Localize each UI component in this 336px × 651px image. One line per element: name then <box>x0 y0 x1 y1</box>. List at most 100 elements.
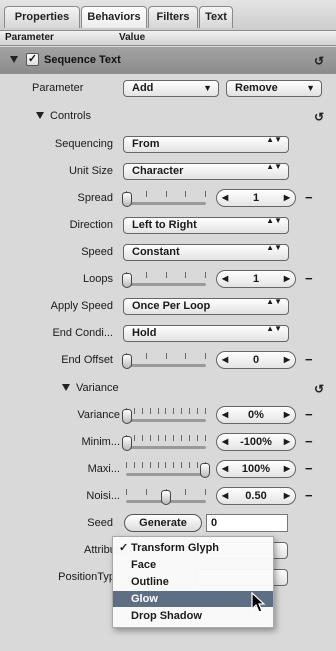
maximum-row: Maxi... ◀ 100% ▶ − <box>0 456 336 483</box>
slider-knob[interactable] <box>200 463 210 478</box>
step-left-icon[interactable]: ◀ <box>222 434 228 450</box>
parameter-column-header[interactable]: Parameter <box>5 31 54 45</box>
tab-filters[interactable]: Filters <box>148 6 198 28</box>
step-right-icon[interactable]: ▶ <box>284 488 290 504</box>
behavior-enable-checkbox[interactable]: ✓ <box>26 53 39 66</box>
step-left-icon[interactable]: ◀ <box>222 271 228 287</box>
tab-bar: Properties Behaviors Filters Text <box>0 0 336 30</box>
checkmark-icon: ✓ <box>119 542 129 554</box>
maximum-slider[interactable] <box>122 461 210 479</box>
direction-popup[interactable]: Left to Right ▲▼ <box>123 217 289 234</box>
minus-icon[interactable]: − <box>305 190 313 205</box>
slider-knob[interactable] <box>161 490 171 505</box>
menu-item-glow[interactable]: Glow <box>113 591 273 607</box>
unit-size-value: Character <box>132 165 184 177</box>
sequencing-popup[interactable]: From ▲▼ <box>123 136 289 153</box>
variance-slider[interactable] <box>122 407 210 425</box>
value-column-header[interactable]: Value <box>119 31 145 45</box>
step-left-icon[interactable]: ◀ <box>222 190 228 206</box>
minus-icon[interactable]: − <box>305 407 313 422</box>
disclosure-triangle-icon[interactable] <box>62 384 70 391</box>
behavior-row-sequence-text: ✓ Sequence Text ↺ <box>0 47 336 74</box>
add-parameter-popup[interactable]: Add ▼ <box>123 80 219 97</box>
reset-icon[interactable]: ↺ <box>314 382 324 396</box>
end-condition-row: End Condi... Hold ▲▼ <box>0 320 336 347</box>
speed-popup[interactable]: Constant ▲▼ <box>123 244 289 261</box>
menu-item-face[interactable]: Face <box>113 557 273 573</box>
reset-icon[interactable]: ↺ <box>314 54 324 68</box>
spread-stepper[interactable]: ◀ 1 ▶ <box>216 189 296 207</box>
end-offset-stepper[interactable]: ◀ 0 ▶ <box>216 351 296 369</box>
end-condition-popup[interactable]: Hold ▲▼ <box>123 325 289 342</box>
minus-icon[interactable]: − <box>305 461 313 476</box>
menu-item-outline[interactable]: Outline <box>113 574 273 590</box>
end-offset-label: End Offset <box>61 354 113 366</box>
slider-ticks <box>126 462 206 470</box>
tab-properties[interactable]: Properties <box>4 6 80 28</box>
unit-size-label: Unit Size <box>68 165 113 177</box>
seed-field[interactable]: 0 <box>206 514 288 532</box>
step-left-icon[interactable]: ◀ <box>222 352 228 368</box>
noisiness-slider[interactable] <box>122 488 210 506</box>
maximum-stepper[interactable]: ◀ 100% ▶ <box>216 460 296 478</box>
menu-item-label: Drop Shadow <box>131 610 202 622</box>
minimum-value: -100% <box>240 436 272 448</box>
apply-speed-popup[interactable]: Once Per Loop ▲▼ <box>123 298 289 315</box>
slider-track <box>126 202 206 205</box>
minus-icon[interactable]: − <box>305 352 313 367</box>
step-right-icon[interactable]: ▶ <box>284 461 290 477</box>
slider-knob[interactable] <box>122 409 132 424</box>
noisiness-row: Noisi... ◀ 0.50 ▶ − <box>0 483 336 510</box>
slider-ticks <box>126 353 206 361</box>
step-right-icon[interactable]: ▶ <box>284 190 290 206</box>
spread-slider[interactable] <box>122 190 210 208</box>
apply-speed-label: Apply Speed <box>50 300 113 312</box>
minimum-stepper[interactable]: ◀ -100% ▶ <box>216 433 296 451</box>
step-left-icon[interactable]: ◀ <box>222 407 228 423</box>
minimum-slider[interactable] <box>122 434 210 452</box>
step-right-icon[interactable]: ▶ <box>284 407 290 423</box>
slider-track <box>126 446 206 449</box>
loops-stepper[interactable]: ◀ 1 ▶ <box>216 270 296 288</box>
slider-ticks <box>126 191 206 199</box>
minus-icon[interactable]: − <box>305 488 313 503</box>
noisiness-stepper[interactable]: ◀ 0.50 ▶ <box>216 487 296 505</box>
updown-arrows-icon: ▲▼ <box>266 216 282 225</box>
tab-text[interactable]: Text <box>199 6 233 28</box>
parameter-label: Parameter <box>32 82 84 94</box>
updown-arrows-icon: ▲▼ <box>266 297 282 306</box>
menu-item-drop-shadow[interactable]: Drop Shadow <box>113 608 273 624</box>
controls-group-row: Controls ↺ <box>0 103 336 130</box>
step-left-icon[interactable]: ◀ <box>222 461 228 477</box>
menu-item-transform-glyph[interactable]: ✓ Transform Glyph <box>113 540 273 556</box>
variance-stepper[interactable]: ◀ 0% ▶ <box>216 406 296 424</box>
step-right-icon[interactable]: ▶ <box>284 434 290 450</box>
disclosure-triangle-icon[interactable] <box>36 112 44 119</box>
step-left-icon[interactable]: ◀ <box>222 488 228 504</box>
minus-icon[interactable]: − <box>305 271 313 286</box>
slider-track <box>126 419 206 422</box>
slider-knob[interactable] <box>122 192 132 207</box>
step-right-icon[interactable]: ▶ <box>284 352 290 368</box>
reset-icon[interactable]: ↺ <box>314 110 324 124</box>
chevron-down-icon: ▼ <box>203 83 212 93</box>
unit-size-popup[interactable]: Character ▲▼ <box>123 163 289 180</box>
loops-slider[interactable] <box>122 271 210 289</box>
tab-behaviors[interactable]: Behaviors <box>81 6 147 28</box>
speed-label: Speed <box>81 246 113 258</box>
generate-button[interactable]: Generate <box>124 514 202 532</box>
step-right-icon[interactable]: ▶ <box>284 271 290 287</box>
noisiness-label: Noisi... <box>86 490 120 502</box>
menu-item-label: Glow <box>131 593 158 605</box>
variance-group-label: Variance <box>76 382 119 394</box>
disclosure-triangle-icon[interactable] <box>10 56 18 63</box>
end-offset-slider[interactable] <box>122 352 210 370</box>
remove-parameter-popup[interactable]: Remove ▼ <box>226 80 322 97</box>
slider-track <box>126 364 206 367</box>
minus-icon[interactable]: − <box>305 434 313 449</box>
slider-knob[interactable] <box>122 436 132 451</box>
slider-knob[interactable] <box>122 273 132 288</box>
sequencing-row: Sequencing From ▲▼ <box>0 131 336 158</box>
slider-knob[interactable] <box>122 354 132 369</box>
speed-value: Constant <box>132 246 180 258</box>
